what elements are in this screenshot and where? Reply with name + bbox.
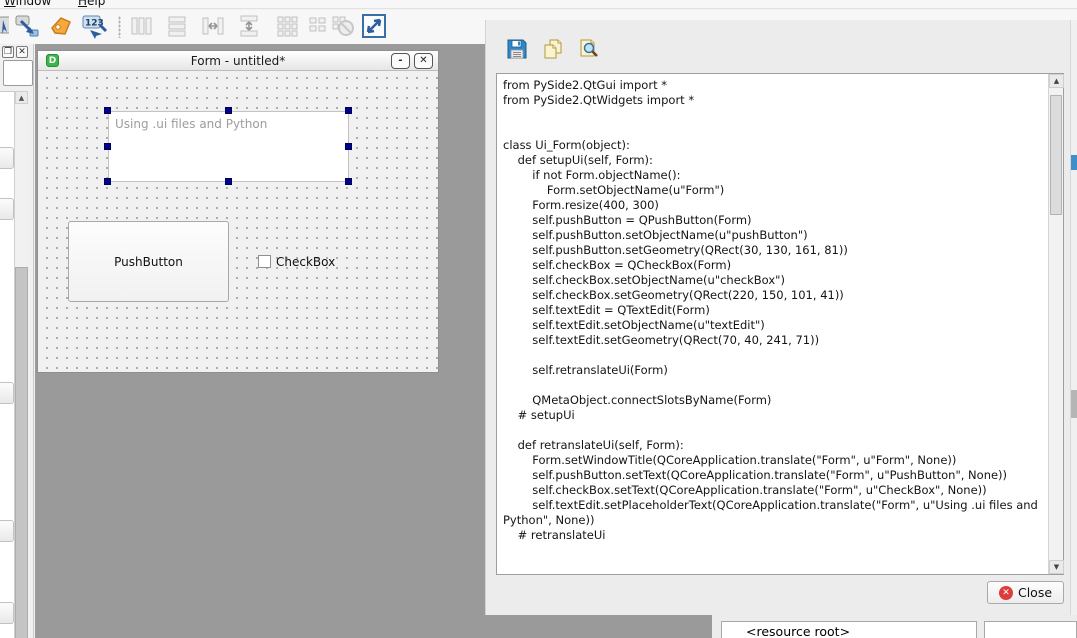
scroll-down-icon[interactable]: ▼ [1049, 560, 1064, 574]
bottom-dock-strip: <resource root> [712, 615, 1077, 638]
scroll-up-icon[interactable]: ▲ [15, 91, 28, 104]
widget-box-dock: ❐ ✕ ▲ [0, 44, 34, 638]
save-button[interactable] [504, 36, 530, 62]
dock-close-icon[interactable]: ✕ [16, 46, 28, 58]
mdi-area-bottom [485, 615, 712, 638]
layout-form-icon[interactable] [304, 13, 330, 39]
dock-float-icon[interactable]: ❐ [2, 46, 14, 58]
splitter-vertical-icon [237, 14, 261, 38]
scrollbar-thumb[interactable] [1050, 95, 1062, 215]
checkbox-indicator[interactable] [258, 255, 271, 268]
menu-window[interactable]: WWindowindow [4, 0, 51, 8]
selection-handle[interactable] [104, 107, 111, 114]
selected-row-fragment [1071, 155, 1077, 170]
form-canvas[interactable]: Using .ui files and Python PushButton Ch… [38, 71, 438, 372]
edit-tab-order-icon[interactable]: 123 [82, 13, 108, 39]
find-button[interactable] [576, 36, 602, 62]
selection-handle[interactable] [104, 143, 111, 150]
resize-diagonal-icon [361, 13, 387, 39]
scroll-up-icon[interactable]: ▲ [1049, 74, 1064, 88]
widget-box-category[interactable] [0, 147, 14, 169]
widget-box-category[interactable] [0, 198, 14, 220]
form-window-title: Form - untitled* [38, 54, 438, 68]
buddy-tag-icon [49, 14, 73, 38]
close-red-icon: ✕ [999, 586, 1013, 600]
pushbutton-label: PushButton [114, 255, 183, 269]
layout-vertically-icon[interactable] [164, 13, 190, 39]
code-view[interactable]: from PySide2.QtGui import * from PySide2… [496, 73, 1064, 575]
copy-button[interactable] [540, 36, 566, 62]
toolbar-separator [118, 16, 121, 38]
widget-box-list [0, 91, 14, 638]
edit-buddies-icon[interactable] [48, 13, 74, 39]
selection-handle[interactable] [225, 178, 232, 185]
columns-icon [129, 14, 153, 38]
textedit-widget[interactable]: Using .ui files and Python [108, 111, 349, 182]
pushbutton-widget[interactable]: PushButton [68, 221, 229, 302]
selection-handle[interactable] [104, 178, 111, 185]
close-button-label: Close [1018, 585, 1052, 600]
find-icon [578, 38, 600, 60]
form-window-titlebar[interactable]: Form - untitled* D - ✕ [38, 51, 438, 71]
menu-bar: WWindowindow Help [0, 0, 1077, 9]
break-layout-icon[interactable] [330, 13, 356, 39]
form-document-icon: D [46, 54, 59, 67]
close-window-button[interactable]: ✕ [414, 53, 433, 69]
layout-horizontal-splitter-icon[interactable] [200, 13, 226, 39]
scrollbar-fragment [1071, 390, 1077, 418]
break-layout-prohibit-icon [331, 14, 355, 38]
copy-icon [542, 38, 564, 60]
widget-filter-input[interactable] [3, 60, 33, 86]
widget-box-scrollbar[interactable]: ▲ [14, 91, 27, 638]
checkbox-label: CheckBox [276, 255, 335, 269]
close-button[interactable]: ✕ Close [987, 581, 1064, 604]
edit-widgets-icon[interactable] [0, 13, 10, 39]
form-editor-window: Form - untitled* D - ✕ Using .ui files a… [37, 50, 439, 373]
edit-signals-slots-icon[interactable] [14, 13, 40, 39]
scrollbar-thumb[interactable] [15, 267, 28, 638]
selection-handle[interactable] [345, 178, 352, 185]
resource-tree-panel[interactable]: <resource root> [721, 621, 977, 638]
selection-handle[interactable] [225, 107, 232, 114]
code-preview-dialog: from PySide2.QtGui import * from PySide2… [485, 20, 1070, 615]
resource-side-panel[interactable] [984, 621, 1077, 638]
splitter-horizontal-icon [201, 14, 225, 38]
menu-help[interactable]: Help [78, 0, 105, 8]
widget-box-category[interactable] [0, 602, 14, 624]
save-icon [506, 38, 528, 60]
selection-handle[interactable] [345, 143, 352, 150]
widget-box-category[interactable] [0, 382, 14, 404]
resource-root-item[interactable]: <resource root> [746, 624, 850, 638]
widget-box-category[interactable] [0, 520, 14, 542]
code-scrollbar[interactable]: ▲ ▼ [1048, 74, 1063, 574]
grid-icon [275, 14, 299, 38]
tab-order-123-icon: 123 [82, 13, 108, 39]
code-dialog-toolbar [504, 36, 602, 62]
minimize-button[interactable]: - [391, 53, 410, 69]
layout-horizontally-icon[interactable] [128, 13, 154, 39]
layout-grid-icon[interactable] [274, 13, 300, 39]
signal-slot-icon [15, 14, 39, 38]
cursor-icon [0, 14, 9, 38]
textedit-placeholder: Using .ui files and Python [109, 112, 348, 136]
selection-handle[interactable] [345, 107, 352, 114]
checkbox-widget[interactable]: CheckBox [258, 241, 359, 282]
generated-python-code[interactable]: from PySide2.QtGui import * from PySide2… [497, 74, 1048, 574]
background-panel-sliver [1070, 20, 1077, 615]
layout-vertical-splitter-icon[interactable] [236, 13, 262, 39]
form-layout-icon [305, 14, 329, 38]
rows-icon [165, 14, 189, 38]
adjust-size-icon[interactable] [361, 13, 387, 39]
